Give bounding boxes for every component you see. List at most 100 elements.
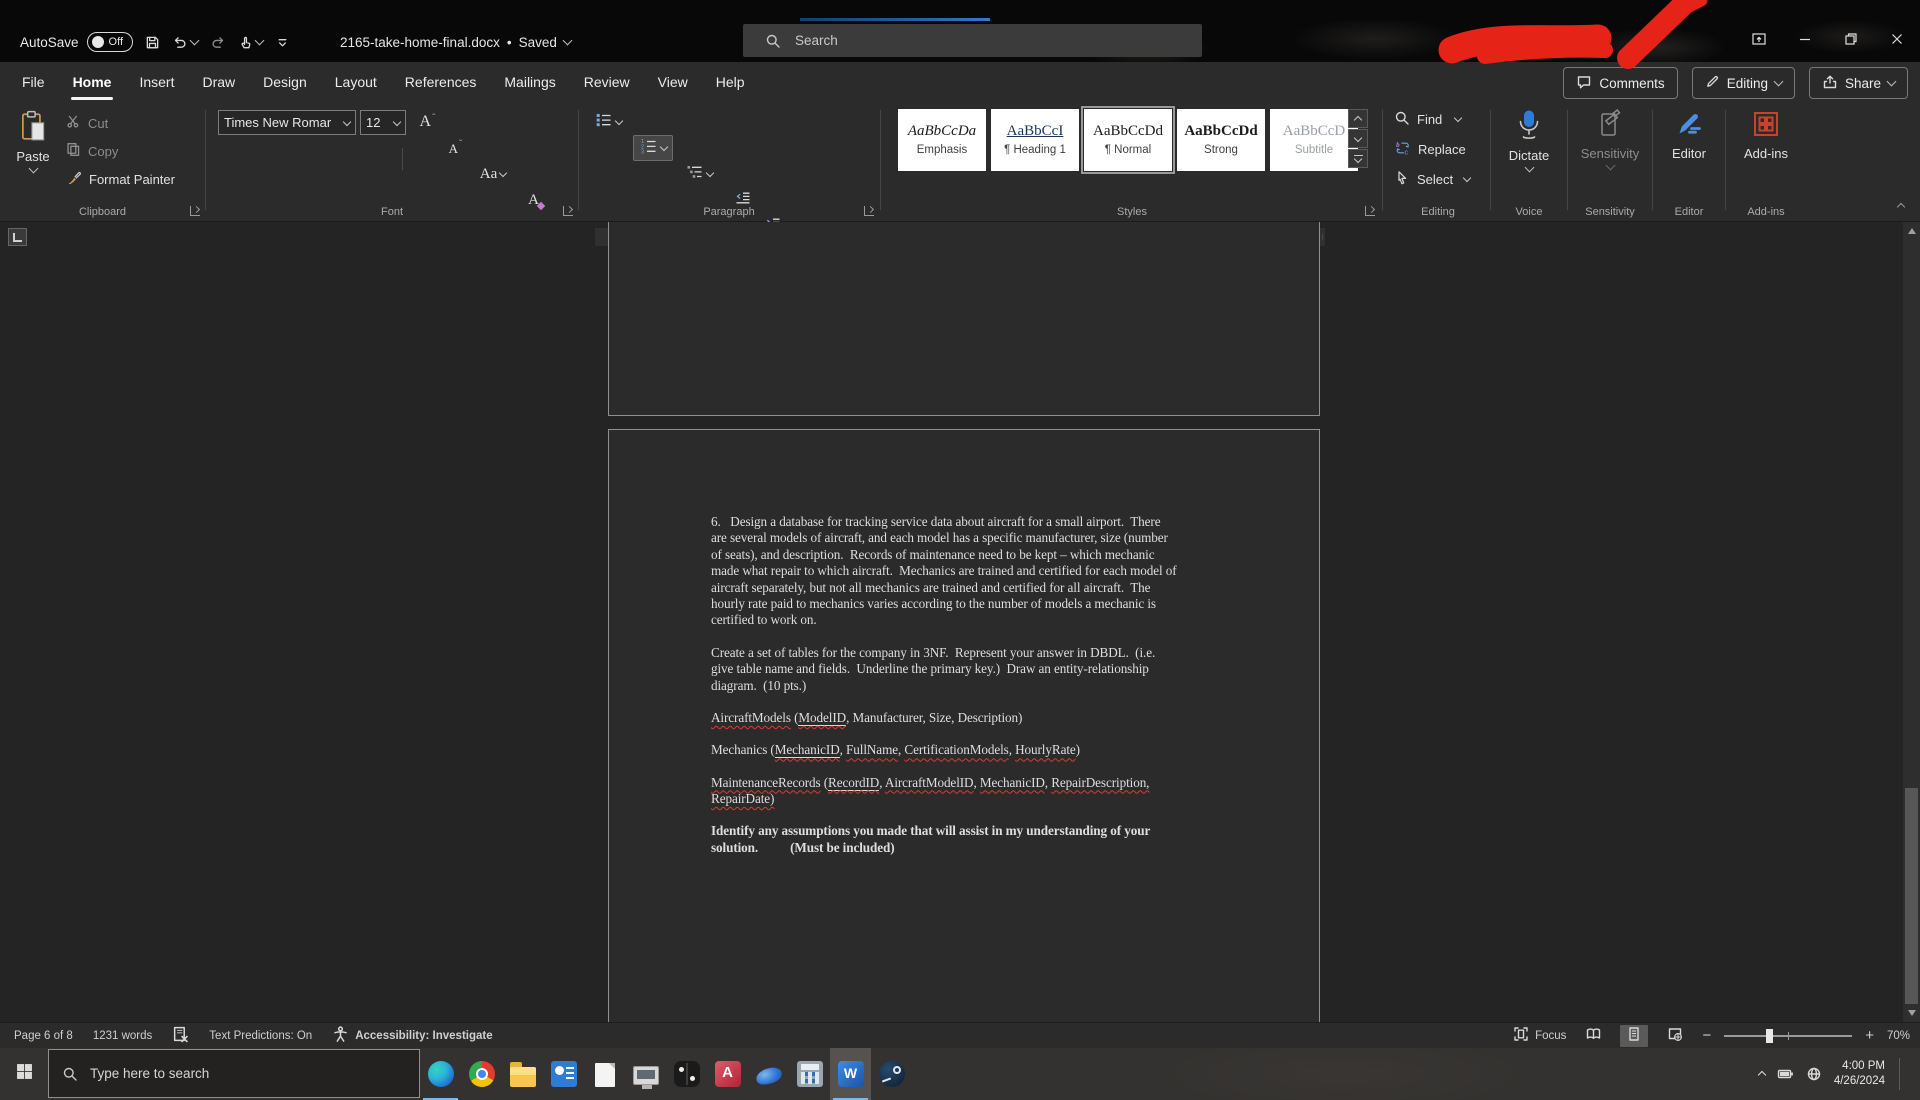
- zoom-out-button[interactable]: −: [1702, 1027, 1711, 1044]
- style-subtitle[interactable]: AaBbCcDSubtitle: [1270, 109, 1358, 171]
- taskbar-search[interactable]: Type here to search: [48, 1049, 420, 1098]
- customize-qat-button[interactable]: [275, 35, 290, 50]
- paragraph[interactable]: Mechanics (MechanicID, FullName, Certifi…: [711, 742, 1231, 758]
- share-button[interactable]: Share: [1809, 67, 1908, 99]
- editing-mode-button[interactable]: Editing: [1692, 67, 1795, 99]
- numbering-button[interactable]: 123: [633, 135, 673, 161]
- zoom-level[interactable]: 70%: [1887, 1030, 1910, 1042]
- close-button[interactable]: [1874, 20, 1920, 62]
- focus-mode-button[interactable]: Focus: [1513, 1026, 1566, 1045]
- paragraph[interactable]: Identify any assumptions you made that w…: [711, 823, 1231, 856]
- tab-design[interactable]: Design: [249, 62, 321, 102]
- paragraph[interactable]: AircraftModels (ModelID, Manufacturer, S…: [711, 710, 1231, 726]
- styles-scroll-down-button[interactable]: [1348, 129, 1368, 148]
- read-mode-button[interactable]: [1579, 1025, 1607, 1047]
- zoom-slider[interactable]: [1724, 1035, 1852, 1037]
- clipboard-dialog-launcher[interactable]: [190, 206, 200, 216]
- page-indicator[interactable]: Page 6 of 8: [14, 1030, 73, 1042]
- taskbar-report-icon[interactable]: [543, 1048, 584, 1100]
- comments-button[interactable]: Comments: [1563, 67, 1677, 99]
- addins-button[interactable]: Add-ins: [1726, 109, 1806, 161]
- styles-dialog-launcher[interactable]: [1365, 206, 1375, 216]
- select-button[interactable]: Select: [1394, 166, 1470, 192]
- taskbar-calculator-icon[interactable]: [789, 1048, 830, 1100]
- taskbar-nintendo-switch-icon[interactable]: [666, 1048, 707, 1100]
- taskbar-file-explorer-icon[interactable]: [502, 1048, 543, 1100]
- scrollbar-thumb[interactable]: [1905, 788, 1918, 1004]
- minimize-button[interactable]: [1782, 20, 1828, 62]
- title-dropdown-icon[interactable]: [562, 36, 572, 46]
- taskbar-edge-icon[interactable]: [420, 1048, 461, 1100]
- change-case-button[interactable]: Aa: [474, 161, 512, 187]
- tray-expand-icon[interactable]: [1758, 1071, 1766, 1079]
- scroll-down-button[interactable]: [1903, 1004, 1920, 1022]
- touch-mouse-mode-button[interactable]: [238, 35, 263, 50]
- taskbar-chrome-icon[interactable]: [461, 1048, 502, 1100]
- vertical-scrollbar[interactable]: [1903, 222, 1920, 1022]
- font-size-dropdown-icon[interactable]: [393, 117, 401, 125]
- styles-expand-gallery-button[interactable]: [1348, 149, 1368, 168]
- proofing-status[interactable]: [172, 1026, 189, 1046]
- autosave-switch[interactable]: Off: [87, 32, 133, 52]
- zoom-slider-handle[interactable]: [1766, 1029, 1773, 1043]
- scroll-up-button[interactable]: [1903, 222, 1920, 240]
- style-heading1[interactable]: AaBbCcI¶ Heading 1: [991, 109, 1079, 171]
- replace-button[interactable]: bcReplace: [1394, 136, 1466, 162]
- collapse-ribbon-button[interactable]: [1898, 197, 1904, 215]
- page-6[interactable]: 6. Design a database for tracking servic…: [608, 429, 1320, 1022]
- tab-file[interactable]: File: [8, 62, 59, 102]
- multilevel-list-button[interactable]: [679, 161, 719, 187]
- tab-insert[interactable]: Insert: [125, 62, 188, 102]
- taskbar-clock[interactable]: 4:00 PM 4/26/2024: [1834, 1059, 1885, 1089]
- font-dialog-launcher[interactable]: [563, 206, 573, 216]
- style-normal[interactable]: AaBbCcDd¶ Normal: [1084, 109, 1172, 171]
- dictate-button[interactable]: Dictate: [1491, 109, 1567, 171]
- taskbar-dolphin-icon[interactable]: [748, 1048, 789, 1100]
- tab-help[interactable]: Help: [702, 62, 759, 102]
- style-strong[interactable]: AaBbCcDdStrong: [1177, 109, 1265, 171]
- ribbon-display-options-button[interactable]: [1736, 20, 1782, 62]
- start-button[interactable]: [0, 1048, 48, 1100]
- font-name-combo[interactable]: Times New Romar: [218, 110, 356, 135]
- paragraph[interactable]: Create a set of tables for the company i…: [711, 645, 1231, 694]
- paragraph-dialog-launcher[interactable]: [864, 206, 874, 216]
- font-size-combo[interactable]: 12: [360, 110, 406, 135]
- taskbar-steam-icon[interactable]: [871, 1048, 912, 1100]
- tab-references[interactable]: References: [391, 62, 491, 102]
- taskbar-system-monitor-icon[interactable]: [625, 1048, 666, 1100]
- text-predictions[interactable]: Text Predictions: On: [209, 1030, 312, 1042]
- tab-view[interactable]: View: [644, 62, 702, 102]
- document-title[interactable]: 2165-take-home-final.docx • Saved: [340, 22, 571, 62]
- tab-home[interactable]: Home: [59, 62, 126, 102]
- paragraph[interactable]: MaintenanceRecords (RecordID, AircraftMo…: [711, 775, 1231, 808]
- taskbar-notepad-icon[interactable]: [584, 1048, 625, 1100]
- zoom-in-button[interactable]: +: [1865, 1027, 1874, 1044]
- find-button[interactable]: Find: [1394, 106, 1461, 132]
- undo-button[interactable]: [172, 35, 198, 50]
- save-button[interactable]: [145, 35, 160, 50]
- dictate-dropdown-icon[interactable]: [1524, 163, 1534, 173]
- styles-scroll-up-button[interactable]: [1348, 109, 1368, 128]
- format-painter-button[interactable]: Format Painter: [66, 166, 175, 192]
- tab-mailings[interactable]: Mailings: [490, 62, 569, 102]
- tab-draw[interactable]: Draw: [188, 62, 249, 102]
- restore-button[interactable]: [1828, 20, 1874, 62]
- touch-mode-dropdown-icon[interactable]: [254, 36, 264, 46]
- tab-layout[interactable]: Layout: [321, 62, 391, 102]
- editor-button[interactable]: Editor: [1653, 109, 1725, 161]
- autosave-toggle[interactable]: AutoSave Off: [20, 32, 133, 52]
- grow-font-button[interactable]: Aˆ: [414, 109, 441, 135]
- style-emphasis[interactable]: AaBbCcDaEmphasis: [898, 109, 986, 171]
- paste-dropdown-icon[interactable]: [28, 164, 38, 174]
- battery-icon[interactable]: [1777, 1066, 1794, 1082]
- show-desktop-button[interactable]: [1912, 1048, 1916, 1100]
- font-name-dropdown-icon[interactable]: [343, 117, 351, 125]
- shrink-font-button[interactable]: Aˇ: [442, 135, 469, 161]
- tab-stop-selector[interactable]: [8, 228, 27, 246]
- paragraph[interactable]: 6. Design a database for tracking servic…: [711, 514, 1231, 629]
- network-icon[interactable]: [1806, 1066, 1822, 1082]
- search-box[interactable]: Search: [743, 24, 1202, 57]
- tab-review[interactable]: Review: [570, 62, 644, 102]
- bullets-button[interactable]: [589, 109, 627, 135]
- taskbar-access-icon[interactable]: [707, 1048, 748, 1100]
